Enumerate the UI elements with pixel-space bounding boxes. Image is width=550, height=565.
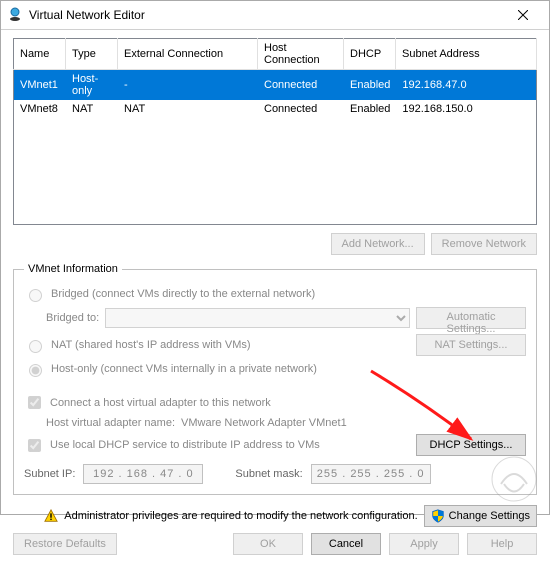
cell-subnet: 192.168.47.0 (396, 70, 536, 100)
vmnet-info-group: VMnet Information Bridged (connect VMs d… (13, 263, 537, 495)
bridged-to-select (105, 308, 410, 328)
cell-ext: NAT (118, 100, 258, 118)
apply-button: Apply (389, 533, 459, 555)
help-button: Help (467, 533, 537, 555)
app-icon (7, 7, 23, 23)
col-name[interactable]: Name (14, 39, 66, 70)
table-row[interactable]: VMnet8NATNATConnectedEnabled192.168.150.… (14, 100, 536, 118)
cell-name: VMnet1 (14, 70, 66, 100)
subnet-mask-input (311, 464, 431, 484)
connect-adapter-label: Connect a host virtual adapter to this n… (50, 397, 271, 409)
network-table[interactable]: Name Type External Connection Host Conne… (13, 38, 537, 70)
use-dhcp-label: Use local DHCP service to distribute IP … (50, 439, 320, 451)
cell-ext: - (118, 70, 258, 100)
hostonly-label: Host-only (connect VMs internally in a p… (51, 363, 317, 375)
table-row[interactable]: VMnet1Host-only-ConnectedEnabled192.168.… (14, 70, 536, 100)
vmnet-info-legend: VMnet Information (24, 263, 122, 275)
cell-subnet: 192.168.150.0 (396, 100, 536, 118)
cell-name: VMnet8 (14, 100, 66, 118)
remove-network-button: Remove Network (431, 233, 537, 255)
bridged-label: Bridged (connect VMs directly to the ext… (51, 288, 315, 300)
automatic-settings-button: Automatic Settings... (416, 307, 526, 329)
adapter-name-value: VMware Network Adapter VMnet1 (181, 417, 347, 429)
shield-icon (431, 509, 445, 523)
nat-radio (29, 340, 42, 353)
ok-button: OK (233, 533, 303, 555)
col-subnet[interactable]: Subnet Address (396, 39, 537, 70)
subnet-mask-label: Subnet mask: (235, 468, 302, 480)
nat-settings-button: NAT Settings... (416, 334, 526, 356)
cell-host: Connected (258, 100, 344, 118)
dhcp-settings-button[interactable]: DHCP Settings... (416, 434, 526, 456)
cell-type: Host-only (66, 70, 118, 100)
change-settings-label: Change Settings (449, 510, 530, 522)
restore-defaults-button: Restore Defaults (13, 533, 117, 555)
col-host[interactable]: Host Connection (258, 39, 344, 70)
nat-label: NAT (shared host's IP address with VMs) (51, 339, 251, 351)
cell-dhcp: Enabled (344, 100, 396, 118)
subnet-ip-label: Subnet IP: (24, 468, 75, 480)
close-button[interactable] (503, 1, 543, 29)
adapter-name-label: Host virtual adapter name: (46, 417, 175, 429)
col-dhcp[interactable]: DHCP (344, 39, 396, 70)
cell-type: NAT (66, 100, 118, 118)
use-dhcp-checkbox (28, 439, 41, 452)
cell-host: Connected (258, 70, 344, 100)
close-icon (518, 10, 528, 20)
col-type[interactable]: Type (66, 39, 118, 70)
warning-icon (44, 509, 58, 523)
change-settings-button[interactable]: Change Settings (424, 505, 537, 527)
subnet-ip-input (83, 464, 203, 484)
warning-text: Administrator privileges are required to… (64, 510, 417, 522)
bridged-to-label: Bridged to: (46, 312, 99, 324)
add-network-button: Add Network... (331, 233, 425, 255)
bridged-radio (29, 289, 42, 302)
window-title: Virtual Network Editor (29, 8, 503, 22)
title-bar: Virtual Network Editor (1, 1, 549, 30)
hostonly-radio (29, 364, 42, 377)
cancel-button[interactable]: Cancel (311, 533, 381, 555)
cell-dhcp: Enabled (344, 70, 396, 100)
connect-adapter-checkbox (28, 396, 41, 409)
col-external[interactable]: External Connection (118, 39, 258, 70)
